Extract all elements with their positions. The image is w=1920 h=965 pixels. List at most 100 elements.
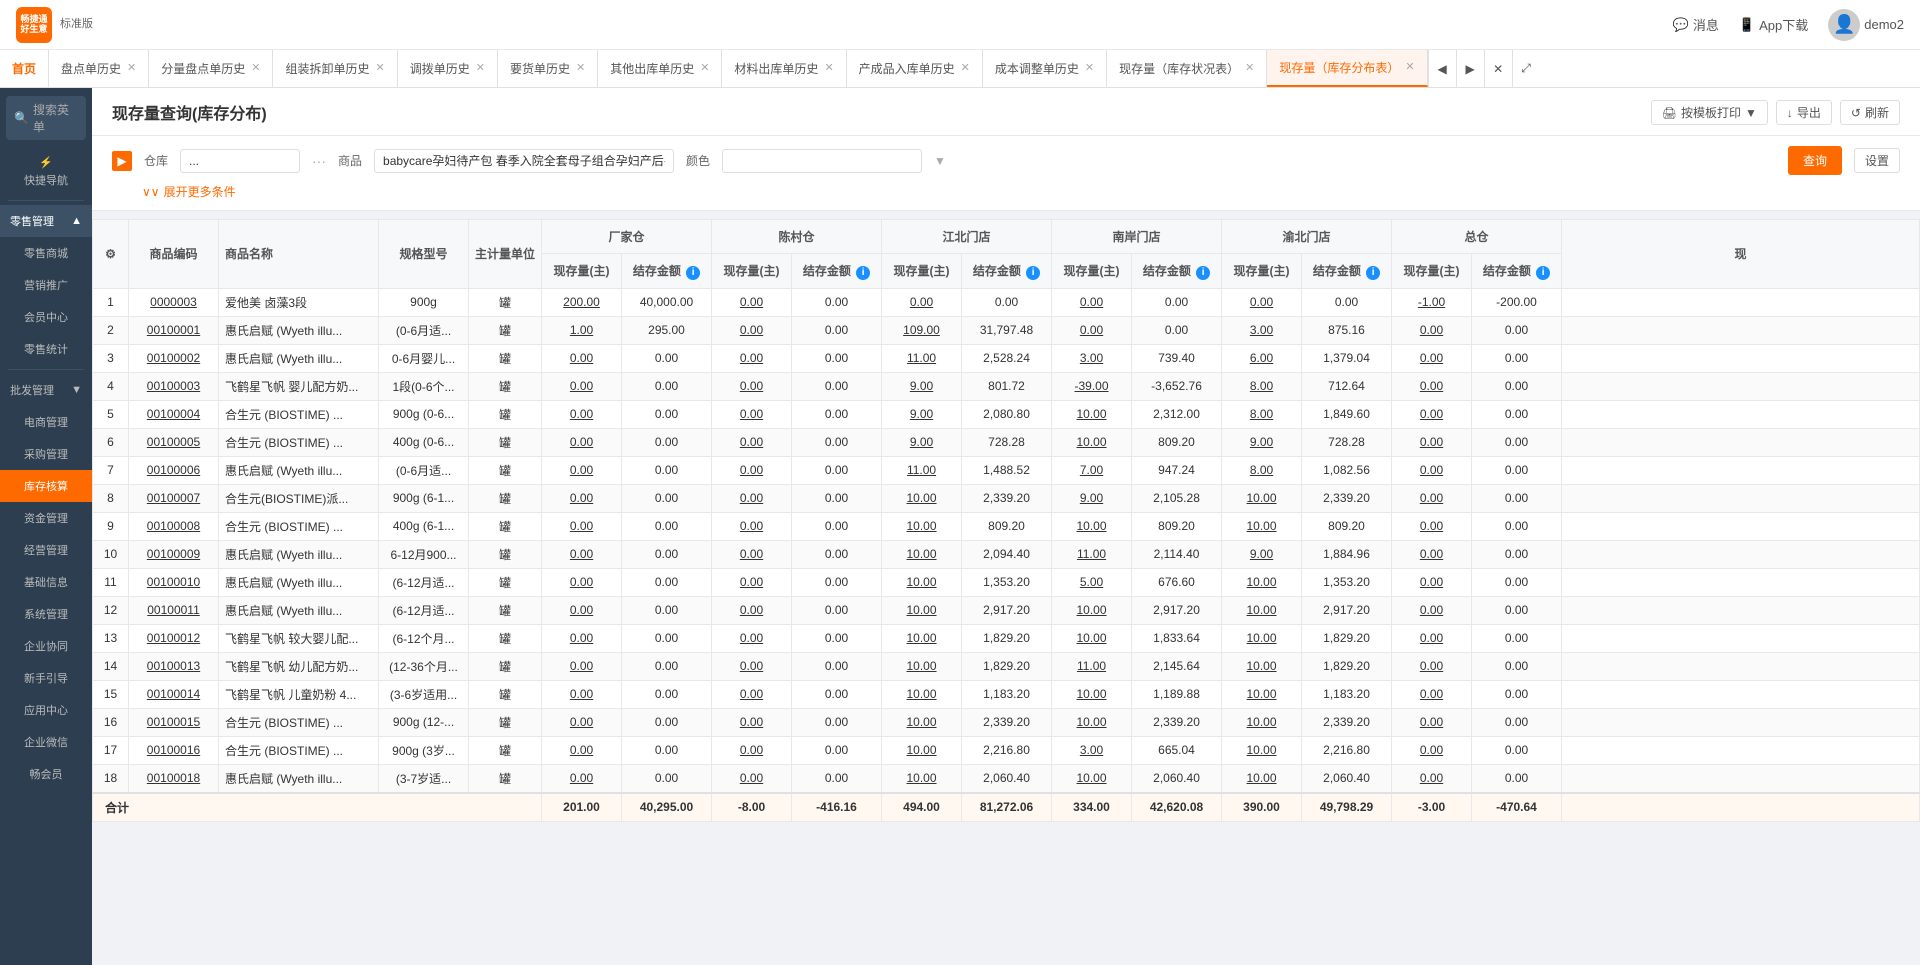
row-fw-stock[interactable]: 0.00 bbox=[542, 708, 622, 736]
row-na-stock[interactable]: 11.00 bbox=[1052, 540, 1132, 568]
row-cw-stock[interactable]: 0.00 bbox=[712, 512, 792, 540]
row-cw-stock[interactable]: 0.00 bbox=[712, 344, 792, 372]
tab-material-out-close[interactable]: ✕ bbox=[824, 63, 833, 74]
export-btn[interactable]: ↓ 导出 bbox=[1776, 100, 1832, 125]
row-code[interactable]: 00100005 bbox=[129, 428, 219, 456]
sidebar-item-marketing[interactable]: 营销推广 bbox=[0, 269, 92, 301]
total-amount-info[interactable]: i bbox=[1536, 266, 1550, 280]
row-total-stock[interactable]: 0.00 bbox=[1392, 652, 1472, 680]
row-yb-stock[interactable]: 9.00 bbox=[1222, 540, 1302, 568]
row-yb-stock[interactable]: 10.00 bbox=[1222, 708, 1302, 736]
row-total-stock[interactable]: 0.00 bbox=[1392, 708, 1472, 736]
row-total-stock[interactable]: 0.00 bbox=[1392, 596, 1472, 624]
row-code[interactable]: 00100015 bbox=[129, 708, 219, 736]
row-yb-stock[interactable]: 10.00 bbox=[1222, 736, 1302, 764]
sidebar-item-quick-nav[interactable]: ⚡ 快捷导航 bbox=[0, 148, 92, 196]
tab-stock-status[interactable]: 现存量（库存状况表） ✕ bbox=[1107, 50, 1267, 87]
row-na-stock[interactable]: 10.00 bbox=[1052, 624, 1132, 652]
row-code[interactable]: 00100012 bbox=[129, 624, 219, 652]
row-code[interactable]: 00100003 bbox=[129, 372, 219, 400]
row-cw-stock[interactable]: 0.00 bbox=[712, 400, 792, 428]
tab-stock-dist[interactable]: 现存量（库存分布表） ✕ bbox=[1267, 50, 1427, 87]
row-na-stock[interactable]: 3.00 bbox=[1052, 344, 1132, 372]
tab-transfer[interactable]: 调拨单历史 ✕ bbox=[398, 50, 498, 87]
row-code[interactable]: 0000003 bbox=[129, 288, 219, 316]
sidebar-item-retail-stats[interactable]: 零售统计 bbox=[0, 333, 92, 365]
row-cw-stock[interactable]: 0.00 bbox=[712, 652, 792, 680]
sidebar-item-sys[interactable]: 系统管理 bbox=[0, 598, 92, 630]
sidebar-item-ecommerce[interactable]: 电商管理 bbox=[0, 406, 92, 438]
warehouse-more-icon[interactable]: ··· bbox=[312, 153, 326, 169]
row-code[interactable]: 00100010 bbox=[129, 568, 219, 596]
row-cw-stock[interactable]: 0.00 bbox=[712, 484, 792, 512]
sidebar-item-ops[interactable]: 经营管理 bbox=[0, 534, 92, 566]
sidebar-item-wechat[interactable]: 企业微信 bbox=[0, 726, 92, 758]
row-na-stock[interactable]: 10.00 bbox=[1052, 428, 1132, 456]
row-jb-stock[interactable]: 10.00 bbox=[882, 568, 962, 596]
row-jb-stock[interactable]: 10.00 bbox=[882, 652, 962, 680]
row-yb-stock[interactable]: 10.00 bbox=[1222, 596, 1302, 624]
row-cw-stock[interactable]: 0.00 bbox=[712, 736, 792, 764]
row-total-stock[interactable]: 0.00 bbox=[1392, 764, 1472, 793]
row-code[interactable]: 00100008 bbox=[129, 512, 219, 540]
row-yb-stock[interactable]: 3.00 bbox=[1222, 316, 1302, 344]
sidebar-search-area[interactable]: 🔍 搜索英单 bbox=[0, 88, 92, 148]
tab-cost-adj[interactable]: 成本调整单历史 ✕ bbox=[983, 50, 1107, 87]
tab-prev-btn[interactable]: ◀ bbox=[1428, 50, 1456, 87]
row-na-stock[interactable]: 11.00 bbox=[1052, 652, 1132, 680]
row-total-stock[interactable]: 0.00 bbox=[1392, 428, 1472, 456]
row-yb-stock[interactable]: 8.00 bbox=[1222, 372, 1302, 400]
user-area[interactable]: 👤 demo2 bbox=[1828, 9, 1904, 41]
settings-btn[interactable]: 设置 bbox=[1854, 148, 1900, 173]
row-total-stock[interactable]: 0.00 bbox=[1392, 512, 1472, 540]
row-fw-stock[interactable]: 0.00 bbox=[542, 652, 622, 680]
row-cw-stock[interactable]: 0.00 bbox=[712, 372, 792, 400]
row-code[interactable]: 00100016 bbox=[129, 736, 219, 764]
row-jb-stock[interactable]: 11.00 bbox=[882, 456, 962, 484]
row-na-stock[interactable]: 3.00 bbox=[1052, 736, 1132, 764]
sidebar-item-wholesale[interactable]: 批发管理 ▼ bbox=[0, 374, 92, 406]
row-total-stock[interactable]: 0.00 bbox=[1392, 316, 1472, 344]
row-jb-stock[interactable]: 9.00 bbox=[882, 400, 962, 428]
tab-stocktake[interactable]: 盘点单历史 ✕ bbox=[49, 50, 149, 87]
row-na-stock[interactable]: -39.00 bbox=[1052, 372, 1132, 400]
sidebar-item-member-center[interactable]: 会员中心 bbox=[0, 301, 92, 333]
row-na-stock[interactable]: 10.00 bbox=[1052, 680, 1132, 708]
row-cw-stock[interactable]: 0.00 bbox=[712, 680, 792, 708]
tab-assembly[interactable]: 组装拆卸单历史 ✕ bbox=[273, 50, 397, 87]
tab-order-request-close[interactable]: ✕ bbox=[576, 63, 585, 74]
row-jb-stock[interactable]: 10.00 bbox=[882, 540, 962, 568]
row-code[interactable]: 00100018 bbox=[129, 764, 219, 793]
row-jb-stock[interactable]: 10.00 bbox=[882, 736, 962, 764]
row-code[interactable]: 00100011 bbox=[129, 596, 219, 624]
row-yb-stock[interactable]: 10.00 bbox=[1222, 568, 1302, 596]
tab-partial-close[interactable]: ✕ bbox=[251, 63, 260, 74]
row-yb-stock[interactable]: 10.00 bbox=[1222, 680, 1302, 708]
row-total-stock[interactable]: 0.00 bbox=[1392, 484, 1472, 512]
row-yb-stock[interactable]: 10.00 bbox=[1222, 652, 1302, 680]
app-download-btn[interactable]: 📱 App下载 bbox=[1739, 15, 1808, 34]
row-jb-stock[interactable]: 109.00 bbox=[882, 316, 962, 344]
row-na-stock[interactable]: 7.00 bbox=[1052, 456, 1132, 484]
row-jb-stock[interactable]: 10.00 bbox=[882, 484, 962, 512]
row-total-stock[interactable]: 0.00 bbox=[1392, 344, 1472, 372]
sidebar-item-app-center[interactable]: 应用中心 bbox=[0, 694, 92, 726]
row-fw-stock[interactable]: 1.00 bbox=[542, 316, 622, 344]
row-code[interactable]: 00100006 bbox=[129, 456, 219, 484]
row-fw-stock[interactable]: 0.00 bbox=[542, 624, 622, 652]
row-na-stock[interactable]: 0.00 bbox=[1052, 316, 1132, 344]
row-jb-stock[interactable]: 10.00 bbox=[882, 596, 962, 624]
warehouse-input[interactable] bbox=[180, 149, 300, 173]
sidebar-item-finance[interactable]: 资金管理 bbox=[0, 502, 92, 534]
sidebar-item-retail-mgmt[interactable]: 零售管理 ▲ bbox=[0, 205, 92, 237]
tab-stock-status-close[interactable]: ✕ bbox=[1245, 63, 1254, 74]
row-na-stock[interactable]: 0.00 bbox=[1052, 288, 1132, 316]
sidebar-item-purchase[interactable]: 采购管理 bbox=[0, 438, 92, 470]
row-fw-stock[interactable]: 0.00 bbox=[542, 484, 622, 512]
row-total-stock[interactable]: 0.00 bbox=[1392, 456, 1472, 484]
row-fw-stock[interactable]: 0.00 bbox=[542, 764, 622, 793]
row-yb-stock[interactable]: 10.00 bbox=[1222, 764, 1302, 793]
row-cw-stock[interactable]: 0.00 bbox=[712, 428, 792, 456]
tab-next-btn[interactable]: ▶ bbox=[1456, 50, 1484, 87]
yb-amount-info[interactable]: i bbox=[1366, 266, 1380, 280]
